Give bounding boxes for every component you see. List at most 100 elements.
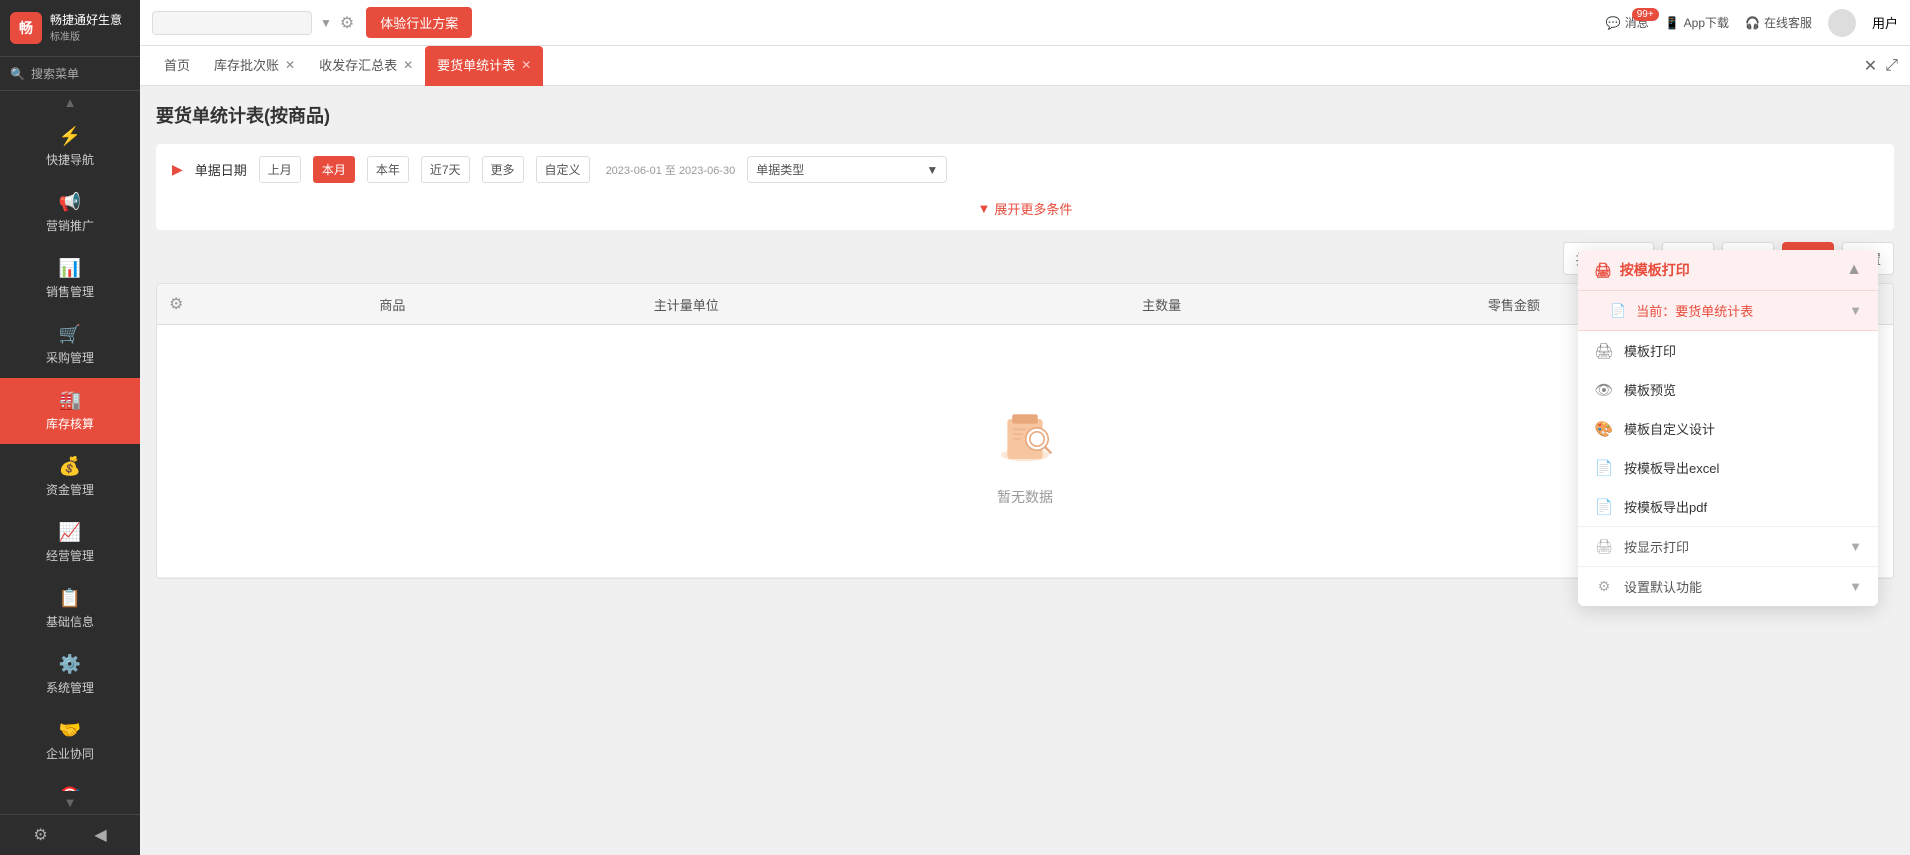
- doc-type-select[interactable]: 单据类型 ▼: [747, 156, 947, 183]
- message-btn[interactable]: 💬 消息 99+: [1606, 14, 1649, 31]
- logo-version: 标准版: [50, 28, 122, 43]
- date-option-上月[interactable]: 上月: [259, 156, 301, 183]
- date-option-更多[interactable]: 更多: [482, 156, 524, 183]
- marketing-label: 营销推广: [46, 217, 94, 234]
- date-option-本年[interactable]: 本年: [367, 156, 409, 183]
- col-主计量单位: 主计量单位: [642, 284, 1130, 325]
- dropdown-header: 🖨 按模板打印 ▲: [1578, 250, 1878, 291]
- finance-label: 资金管理: [46, 481, 94, 498]
- search-menu[interactable]: 🔍 搜索菜单: [0, 57, 140, 91]
- dropdown-sub-display-print[interactable]: 🖨 按显示打印 ▼: [1578, 526, 1878, 566]
- tab-batch-account-close[interactable]: ✕: [285, 58, 295, 72]
- basic-label: 基础信息: [46, 613, 94, 630]
- tab-home-label: 首页: [164, 55, 190, 74]
- topbar: ▼ ⚙ 体验行业方案 💬 消息 99+ 📱 App下载 🎧 在线客服 用户: [140, 0, 1910, 46]
- sales-label: 销售管理: [46, 283, 94, 300]
- display-print-label: 按显示打印: [1624, 537, 1689, 556]
- export-excel-icon: 📄: [1594, 459, 1614, 477]
- print-icon-header: 🖨: [1594, 262, 1612, 279]
- tab-actions: ✕ ⤢: [1864, 56, 1898, 76]
- sidebar-item-inventory[interactable]: 🏭 库存核算: [0, 378, 140, 444]
- expand-icon: ▼: [978, 201, 991, 216]
- scroll-down-btn[interactable]: ▼: [0, 791, 140, 814]
- tab-receipt-summary-label: 收发存汇总表: [319, 55, 397, 74]
- current-template-icon: 📄: [1610, 303, 1626, 319]
- topbar-search-input[interactable]: [152, 11, 312, 35]
- table-settings-icon[interactable]: ⚙: [169, 296, 183, 313]
- filter-bar: ▶ 单据日期 上月本月本年近7天更多自定义2023-06-01 至 2023-0…: [156, 144, 1894, 230]
- tab-requisition-stats[interactable]: 要货单统计表✕: [425, 46, 543, 86]
- operations-icon: 📈: [59, 522, 81, 543]
- trial-btn[interactable]: 体验行业方案: [366, 7, 472, 38]
- sidebar-item-operations[interactable]: 📈 经营管理: [0, 510, 140, 576]
- dropdown-item-template-design[interactable]: 🎨 模板自定义设计: [1578, 409, 1878, 448]
- dropdown-item-template-preview[interactable]: 👁 模板预览: [1578, 370, 1878, 409]
- topbar-right: 💬 消息 99+ 📱 App下载 🎧 在线客服 用户: [1606, 9, 1898, 37]
- maximize-btn[interactable]: ⤢: [1885, 56, 1898, 76]
- dropdown-sub-default-function[interactable]: ⚙ 设置默认功能 ▼: [1578, 566, 1878, 606]
- template-print-label: 模板打印: [1624, 341, 1676, 360]
- expand-label: 展开更多条件: [994, 199, 1072, 218]
- operations-label: 经营管理: [46, 547, 94, 564]
- dropdown-sub-items: 🖨 按显示打印 ▼ ⚙ 设置默认功能 ▼: [1578, 526, 1878, 606]
- tabs-bar: 首页库存批次账✕收发存汇总表✕要货单统计表✕ ✕ ⤢: [140, 46, 1910, 86]
- print-dropdown-menu: 🖨 按模板打印 ▲ 📄 当前：要货单统计表 ▼ 🖨 模板打印 👁 模板预览: [1578, 250, 1878, 606]
- dropdown-close-btn[interactable]: ▲: [1846, 261, 1862, 279]
- collapse-icon[interactable]: ◀: [94, 825, 106, 845]
- date-option-本月[interactable]: 本月: [313, 156, 355, 183]
- sidebar-item-sales[interactable]: 📊 销售管理: [0, 246, 140, 312]
- tab-receipt-summary-close[interactable]: ✕: [403, 58, 413, 72]
- sidebar-item-basic[interactable]: 📋 基础信息: [0, 576, 140, 642]
- sidebar-item-guide[interactable]: 🎯 新手引导: [0, 774, 140, 791]
- date-option-近7天[interactable]: 近7天: [421, 156, 470, 183]
- current-template: 📄 当前：要货单统计表 ▼: [1578, 291, 1878, 331]
- settings-icon[interactable]: ⚙: [33, 825, 47, 845]
- doc-type-label: 单据类型: [756, 161, 804, 178]
- dropdown-item-export-excel[interactable]: 📄 按模板导出excel: [1578, 448, 1878, 487]
- sidebar-item-marketing[interactable]: 📢 营销推广: [0, 180, 140, 246]
- sidebar-item-purchase[interactable]: 🛒 采购管理: [0, 312, 140, 378]
- filter-expand-icon[interactable]: ▶: [172, 161, 183, 178]
- default-function-label: 设置默认功能: [1624, 577, 1702, 596]
- export-excel-label: 按模板导出excel: [1624, 458, 1719, 477]
- content-area: 要货单统计表(按商品) ▶ 单据日期 上月本月本年近7天更多自定义2023-06…: [140, 86, 1910, 855]
- sidebar: 畅 畅捷通好生意 标准版 🔍 搜索菜单 ▲ ⚡ 快捷导航 📢 营销推广 📊 销售…: [0, 0, 140, 855]
- message-badge: 99+: [1632, 8, 1659, 21]
- sidebar-item-system[interactable]: ⚙️ 系统管理: [0, 642, 140, 708]
- close-tab-btn[interactable]: ✕: [1864, 56, 1877, 76]
- scroll-up-btn[interactable]: ▲: [0, 91, 140, 114]
- arrow-icon: ▼: [1849, 539, 1862, 554]
- expand-more-btn[interactable]: ▼ 展开更多条件: [978, 199, 1073, 218]
- app-download-btn[interactable]: 📱 App下载: [1665, 14, 1729, 31]
- dropdown-item-template-print[interactable]: 🖨 模板打印: [1578, 331, 1878, 370]
- topbar-gear-icon[interactable]: ⚙: [340, 13, 354, 33]
- sidebar-footer: ⚙ ◀: [0, 814, 140, 855]
- sidebar-logo: 畅 畅捷通好生意 标准版: [0, 0, 140, 57]
- tab-batch-account[interactable]: 库存批次账 ✕: [202, 46, 307, 86]
- tab-home[interactable]: 首页: [152, 46, 202, 86]
- headset-icon: 🎧: [1745, 16, 1760, 30]
- tab-requisition-stats-close[interactable]: ✕: [521, 58, 531, 72]
- user-name: 用户: [1872, 13, 1898, 32]
- customer-service-btn[interactable]: 🎧 在线客服: [1745, 14, 1812, 31]
- inventory-label: 库存核算: [46, 415, 94, 432]
- date-option-自定义[interactable]: 自定义: [536, 156, 590, 183]
- date-filter-label: 单据日期: [195, 160, 247, 179]
- topbar-dropdown-arrow[interactable]: ▼: [320, 16, 332, 30]
- quick-nav-icon: ⚡: [59, 126, 81, 147]
- dropdown-item-export-pdf[interactable]: 📄 按模板导出pdf: [1578, 487, 1878, 526]
- avatar[interactable]: [1828, 9, 1856, 37]
- tab-receipt-summary[interactable]: 收发存汇总表 ✕: [307, 46, 425, 86]
- sidebar-item-quick-nav[interactable]: ⚡ 快捷导航: [0, 114, 140, 180]
- sales-icon: 📊: [59, 258, 81, 279]
- content-inner: 要货单统计表(按商品) ▶ 单据日期 上月本月本年近7天更多自定义2023-06…: [156, 102, 1894, 579]
- sidebar-item-cooperation[interactable]: 🤝 企业协同: [0, 708, 140, 774]
- tab-batch-account-label: 库存批次账: [214, 55, 279, 74]
- empty-text: 暂无数据: [997, 487, 1053, 507]
- app-download-label: App下载: [1684, 14, 1729, 31]
- arrow-icon: ▼: [1849, 579, 1862, 594]
- finance-icon: 💰: [59, 456, 81, 477]
- app-icon: 📱: [1665, 16, 1680, 30]
- sidebar-item-finance[interactable]: 💰 资金管理: [0, 444, 140, 510]
- logo-icon: 畅: [10, 12, 42, 44]
